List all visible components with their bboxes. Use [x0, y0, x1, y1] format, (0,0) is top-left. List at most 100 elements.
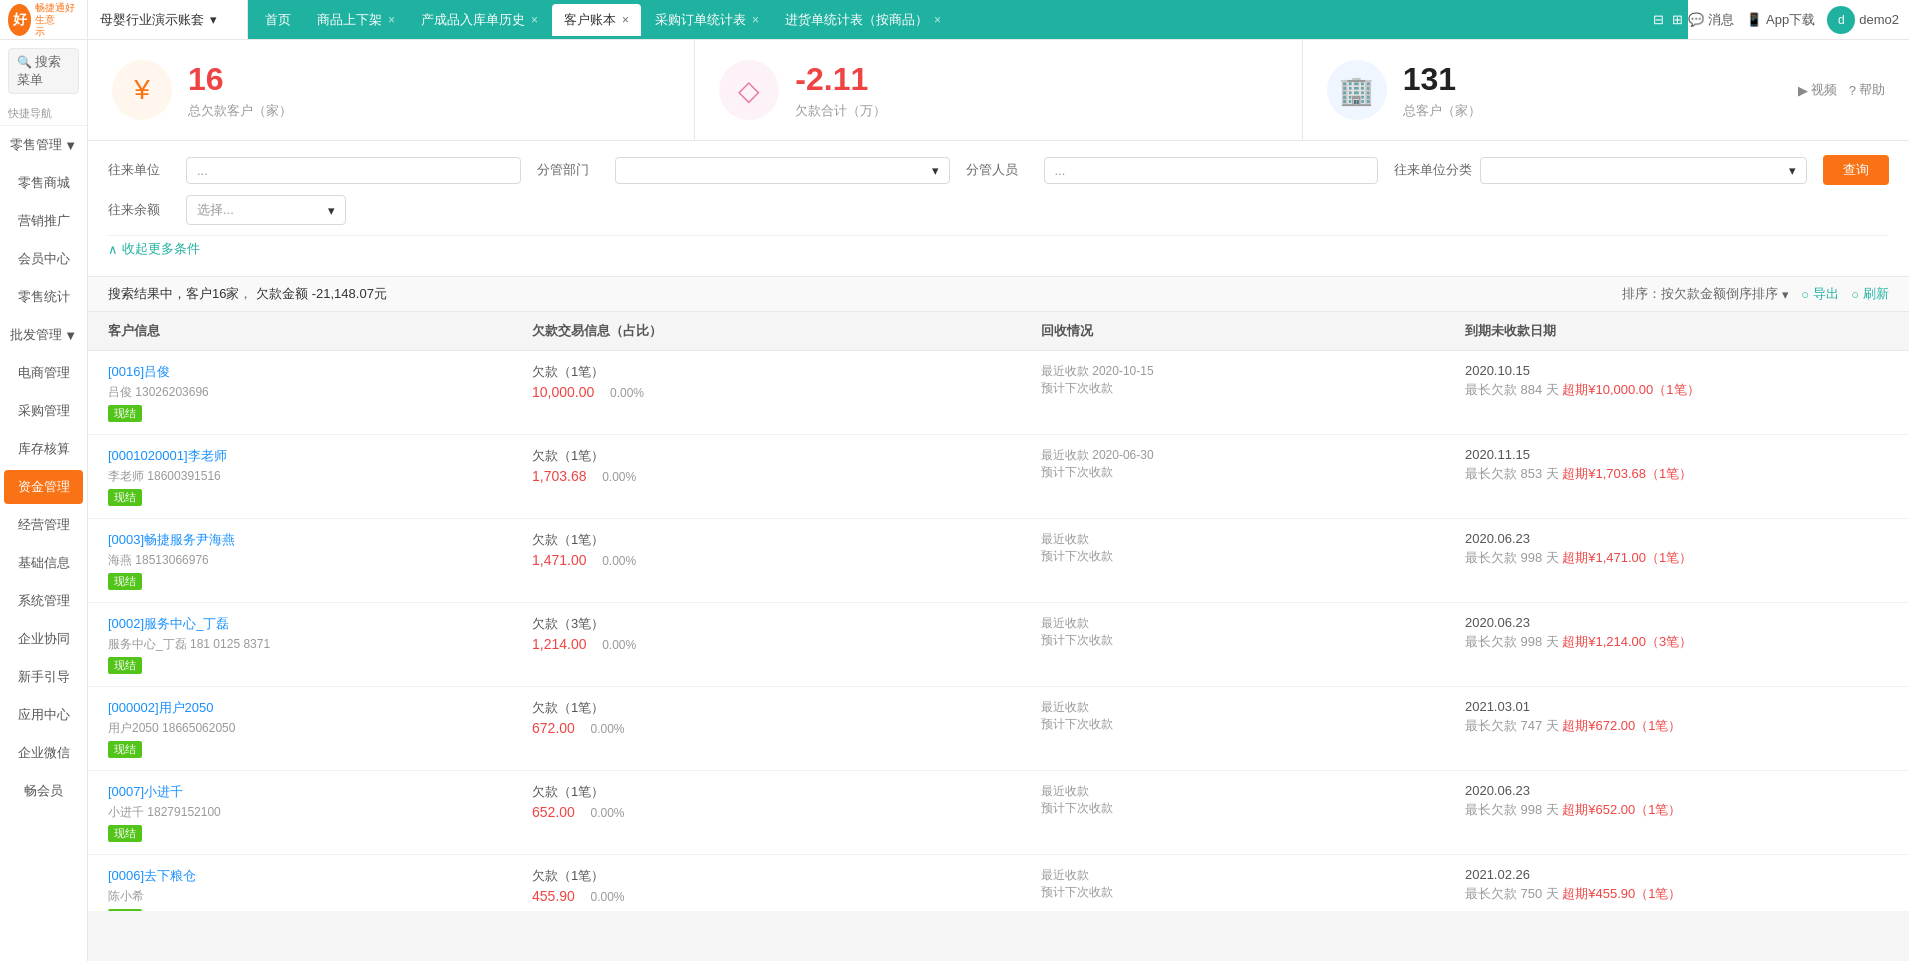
- sidebar-item-basic-info[interactable]: 基础信息: [4, 546, 83, 580]
- debt-amount-0[interactable]: 10,000.00: [532, 384, 594, 400]
- stat-info-owed: 16 总欠款客户（家）: [188, 60, 292, 120]
- search-menu-btn[interactable]: 🔍 搜索菜单: [8, 48, 79, 94]
- sidebar-item-members[interactable]: 会员中心: [4, 242, 83, 276]
- refresh-btn[interactable]: ○ 刷新: [1851, 285, 1889, 303]
- sidebar-item-retail-mall[interactable]: 零售商城: [4, 166, 83, 200]
- overdue-link-3[interactable]: 超期¥1,214.00（3笔）: [1562, 634, 1692, 649]
- debt-percent-3: 0.00%: [602, 638, 636, 652]
- customer-name-3[interactable]: [0002]服务中心_丁磊: [108, 615, 532, 633]
- filter-source-unit-label: 往来单位: [108, 161, 178, 179]
- sidebar-item-app-center[interactable]: 应用中心: [4, 698, 83, 732]
- customer-name-0[interactable]: [0016]吕俊: [108, 363, 532, 381]
- sidebar-item-purchase[interactable]: 采购管理: [4, 394, 83, 428]
- due-date-1: 2020.11.15: [1465, 447, 1889, 462]
- app-download-icon: 📱: [1746, 12, 1762, 27]
- debt-percent-1: 0.00%: [602, 470, 636, 484]
- customer-name-1[interactable]: [0001020001]李老师: [108, 447, 532, 465]
- table-row: [0016]吕俊 吕俊 13026203696 现结 欠款（1笔） 10,000…: [88, 351, 1909, 435]
- export-btn[interactable]: ○ 导出: [1801, 285, 1839, 303]
- debt-count-1: 欠款（1笔）: [532, 447, 1041, 465]
- debt-cell-6: 欠款（1笔） 455.90 0.00%: [532, 867, 1041, 904]
- dept-select[interactable]: ▾: [615, 157, 950, 184]
- user-avatar[interactable]: d demo2: [1827, 6, 1899, 34]
- company-selector[interactable]: 母婴行业演示账套 ▾: [88, 0, 248, 39]
- sort-selector[interactable]: 排序：按欠款金额倒序排序 ▾: [1622, 285, 1789, 303]
- customer-name-4[interactable]: [000002]用户2050: [108, 699, 532, 717]
- sidebar-item-retail-mgmt[interactable]: 零售管理 ▼: [4, 128, 83, 162]
- sidebar-item-vip[interactable]: 畅会员: [4, 774, 83, 808]
- tab-maximize-icon[interactable]: ⊞: [1672, 12, 1683, 27]
- tab-customer-ledger[interactable]: 客户账本 ×: [552, 4, 641, 36]
- debt-amount-6[interactable]: 455.90: [532, 888, 575, 904]
- tab-goods-stats[interactable]: 进货单统计表（按商品） ×: [773, 4, 953, 36]
- customer-name-5[interactable]: [0007]小进千: [108, 783, 532, 801]
- sidebar-item-enterprise[interactable]: 企业协同: [4, 622, 83, 656]
- tab-close-production[interactable]: ×: [531, 13, 538, 27]
- col-header-customer: 客户信息: [108, 322, 532, 340]
- debt-percent-4: 0.00%: [591, 722, 625, 736]
- tab-close-goods[interactable]: ×: [934, 13, 941, 27]
- tab-home[interactable]: 首页: [253, 4, 303, 36]
- sidebar-item-system[interactable]: 系统管理: [4, 584, 83, 618]
- tab-production[interactable]: 产成品入库单历史 ×: [409, 4, 550, 36]
- tab-close-purchase[interactable]: ×: [752, 13, 759, 27]
- quick-nav-label: 快捷导航: [0, 102, 87, 126]
- overdue-link-2[interactable]: 超期¥1,471.00（1笔）: [1562, 550, 1692, 565]
- message-btn[interactable]: 💬 消息: [1688, 11, 1734, 29]
- overdue-link-1[interactable]: 超期¥1,703.68（1笔）: [1562, 466, 1692, 481]
- collapse-btn[interactable]: ∧ 收起更多条件: [108, 240, 200, 258]
- overdue-link-6[interactable]: 超期¥455.90（1笔）: [1562, 886, 1681, 901]
- video-btn[interactable]: ▶ 视频: [1798, 81, 1837, 99]
- unit-category-select[interactable]: ▾: [1480, 157, 1807, 184]
- avatar-icon: d: [1827, 6, 1855, 34]
- sidebar-item-retail-stats[interactable]: 零售统计: [4, 280, 83, 314]
- customer-name-2[interactable]: [0003]畅捷服务尹海燕: [108, 531, 532, 549]
- search-btn[interactable]: 查询: [1823, 155, 1889, 185]
- customer-info-2: 海燕 18513066976: [108, 552, 532, 569]
- sidebar-item-inventory[interactable]: 库存核算: [4, 432, 83, 466]
- tab-close-customer[interactable]: ×: [622, 13, 629, 27]
- manager-input[interactable]: ...: [1044, 157, 1379, 184]
- stat-icon-total: 🏢: [1327, 60, 1387, 120]
- debt-cell-0: 欠款（1笔） 10,000.00 0.00%: [532, 363, 1041, 400]
- filter-balance-label: 往来余额: [108, 201, 178, 219]
- customer-info-1: 李老师 18600391516: [108, 468, 532, 485]
- help-btn[interactable]: ? 帮助: [1849, 81, 1885, 99]
- sidebar-item-ecommerce[interactable]: 电商管理: [4, 356, 83, 390]
- debt-amount-1[interactable]: 1,703.68: [532, 468, 587, 484]
- sidebar-search-area: 🔍 搜索菜单: [0, 40, 87, 102]
- recovery-next-0: 预计下次收款: [1041, 380, 1465, 397]
- sidebar-item-guide[interactable]: 新手引导: [4, 660, 83, 694]
- overdue-link-5[interactable]: 超期¥652.00（1笔）: [1562, 802, 1681, 817]
- customer-info-5: 小进千 18279152100: [108, 804, 532, 821]
- customer-info-0: 吕俊 13026203696: [108, 384, 532, 401]
- overdue-link-0[interactable]: 超期¥10,000.00（1笔）: [1562, 382, 1699, 397]
- tab-minimize-icon[interactable]: ⊟: [1653, 12, 1664, 27]
- sidebar-item-wholesale-mgmt[interactable]: 批发管理 ▼: [4, 318, 83, 352]
- debt-amount-5[interactable]: 652.00: [532, 804, 575, 820]
- customer-name-6[interactable]: [0006]去下粮仓: [108, 867, 532, 885]
- debt-amount-2[interactable]: 1,471.00: [532, 552, 587, 568]
- stat-icon-owed: ¥: [112, 60, 172, 120]
- sidebar-item-operations[interactable]: 经营管理: [4, 508, 83, 542]
- filter-manager: 分管人员 ...: [966, 157, 1379, 184]
- debt-amount-4[interactable]: 672.00: [532, 720, 575, 736]
- recovery-date-6: 最近收款: [1041, 867, 1465, 884]
- source-unit-input[interactable]: ...: [186, 157, 521, 184]
- app-download-btn[interactable]: 📱 App下载: [1746, 11, 1815, 29]
- recovery-next-4: 预计下次收款: [1041, 716, 1465, 733]
- sidebar-item-wechat[interactable]: 企业微信: [4, 736, 83, 770]
- tab-close-products[interactable]: ×: [388, 13, 395, 27]
- sidebar-item-finance[interactable]: 资金管理: [4, 470, 83, 504]
- tab-products[interactable]: 商品上下架 ×: [305, 4, 407, 36]
- debt-amount-3[interactable]: 1,214.00: [532, 636, 587, 652]
- tab-purchase-stats[interactable]: 采购订单统计表 ×: [643, 4, 771, 36]
- stat-label-amount: 欠款合计（万）: [795, 102, 886, 120]
- sidebar-item-marketing[interactable]: 营销推广: [4, 204, 83, 238]
- filter-balance: 往来余额 选择... ▾: [108, 195, 408, 225]
- table-row: [0003]畅捷服务尹海燕 海燕 18513066976 现结 欠款（1笔） 1…: [88, 519, 1909, 603]
- recovery-next-1: 预计下次收款: [1041, 464, 1465, 481]
- balance-select[interactable]: 选择... ▾: [186, 195, 346, 225]
- due-cell-4: 2021.03.01 最长欠款 747 天 超期¥672.00（1笔）: [1465, 699, 1889, 735]
- overdue-link-4[interactable]: 超期¥672.00（1笔）: [1562, 718, 1681, 733]
